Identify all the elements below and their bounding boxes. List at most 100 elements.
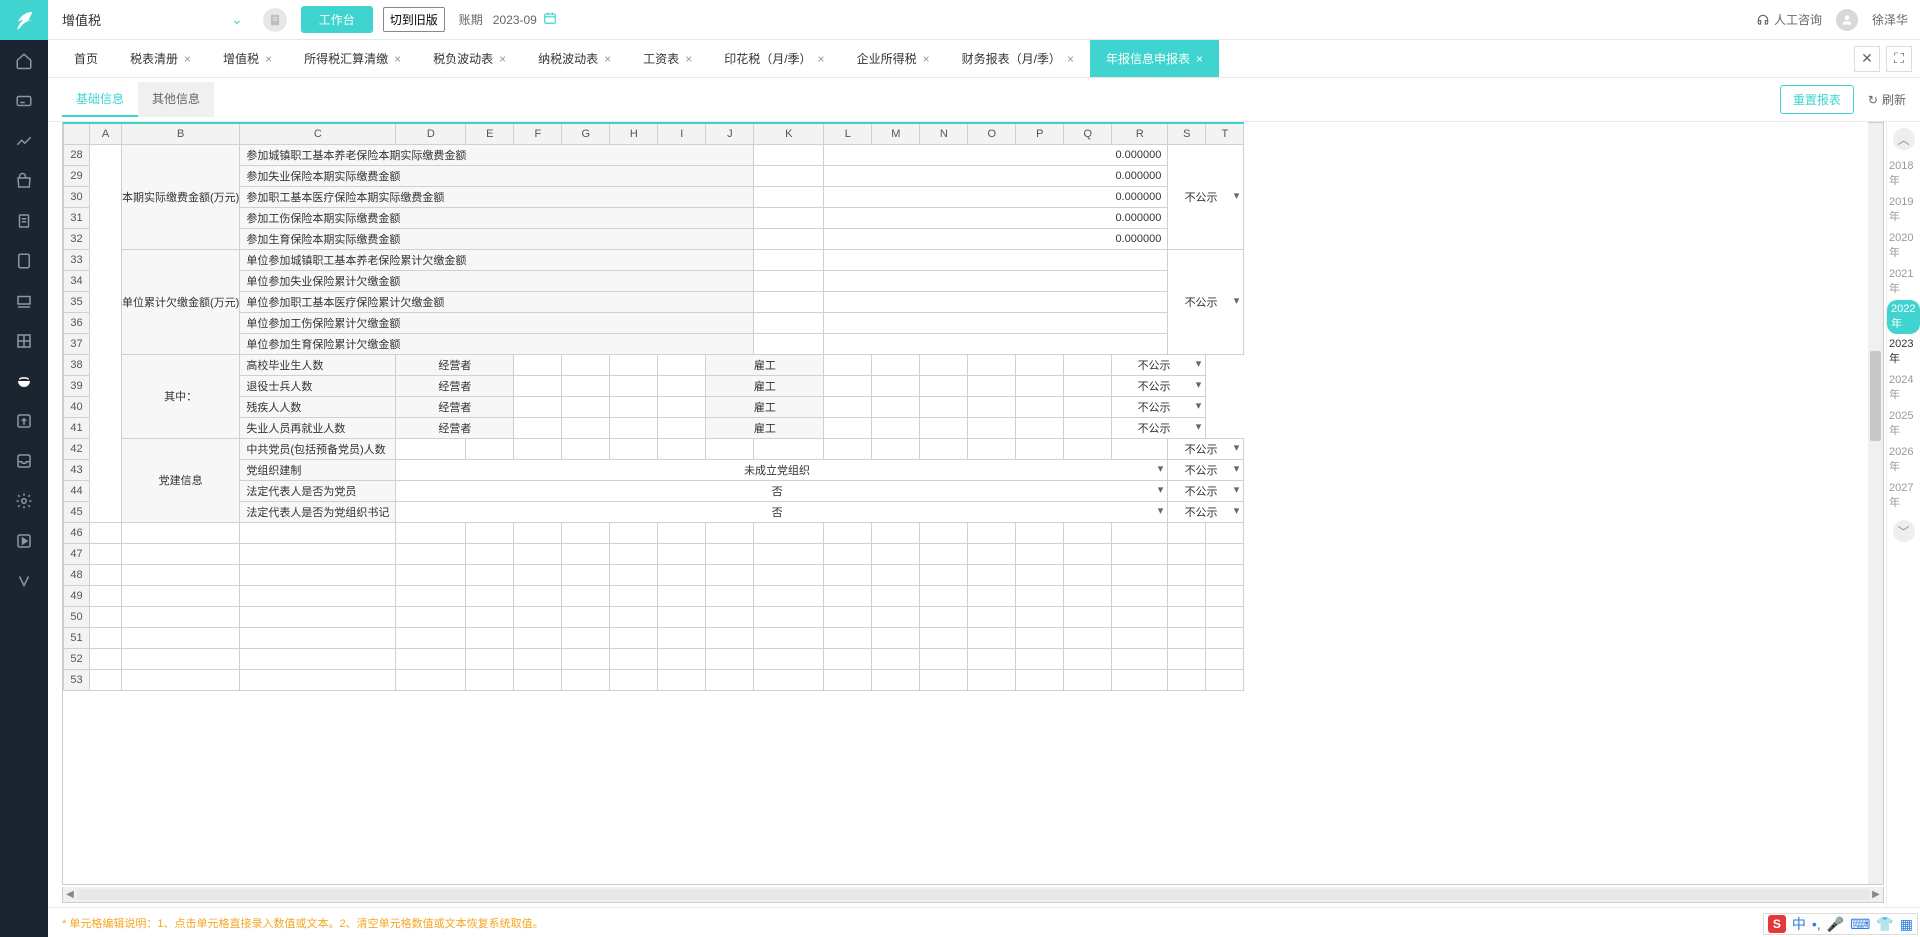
- col-header[interactable]: P: [1016, 123, 1064, 144]
- close-icon[interactable]: ×: [818, 52, 825, 66]
- cell[interactable]: [466, 606, 514, 627]
- label-cell[interactable]: 残疾人人数: [240, 396, 396, 417]
- horizontal-scrollbar[interactable]: ◀ ▶: [62, 887, 1884, 903]
- cell[interactable]: [754, 249, 824, 270]
- row-header[interactable]: 39: [64, 375, 90, 396]
- card-icon[interactable]: [13, 90, 35, 112]
- cell[interactable]: [1064, 585, 1112, 606]
- cell[interactable]: [706, 522, 754, 543]
- cell[interactable]: [396, 585, 466, 606]
- cell[interactable]: [1168, 543, 1206, 564]
- col-header[interactable]: G: [562, 123, 610, 144]
- value-cell[interactable]: 0.000000: [824, 165, 1168, 186]
- label-cell[interactable]: 参加失业保险本期实际缴费金额: [240, 165, 754, 186]
- cell[interactable]: [122, 669, 240, 690]
- cell[interactable]: [706, 438, 754, 459]
- cell[interactable]: [872, 417, 920, 438]
- dropdown-cell[interactable]: 不公示: [1168, 480, 1244, 501]
- chart-icon[interactable]: [13, 130, 35, 152]
- cell[interactable]: [1112, 585, 1168, 606]
- cell[interactable]: [754, 543, 824, 564]
- label-cell[interactable]: 参加生育保险本期实际缴费金额: [240, 228, 754, 249]
- row-header[interactable]: 47: [64, 543, 90, 564]
- cell[interactable]: [610, 438, 658, 459]
- cell[interactable]: [240, 648, 396, 669]
- cell[interactable]: [396, 606, 466, 627]
- cell[interactable]: [754, 270, 824, 291]
- year-item[interactable]: 2018年: [1887, 156, 1920, 192]
- cell[interactable]: [514, 396, 562, 417]
- cell[interactable]: [1064, 438, 1112, 459]
- bowl-icon[interactable]: [13, 370, 35, 392]
- tab-salary[interactable]: 工资表×: [627, 40, 708, 77]
- label-cell[interactable]: 高校毕业生人数: [240, 354, 396, 375]
- row-header[interactable]: 37: [64, 333, 90, 354]
- cell[interactable]: [562, 375, 610, 396]
- cell[interactable]: [90, 543, 122, 564]
- cell[interactable]: [466, 585, 514, 606]
- ime-punct-icon[interactable]: •,: [1812, 916, 1821, 932]
- cell[interactable]: [1064, 522, 1112, 543]
- row-header[interactable]: 43: [64, 459, 90, 480]
- home-icon[interactable]: [13, 50, 35, 72]
- cell[interactable]: [968, 669, 1016, 690]
- label-cell[interactable]: 经营者: [396, 354, 514, 375]
- subtab-other[interactable]: 其他信息: [138, 82, 214, 117]
- value-cell[interactable]: [824, 291, 1168, 312]
- close-all-icon[interactable]: ✕: [1854, 46, 1880, 72]
- cell[interactable]: [396, 627, 466, 648]
- dropdown-cell[interactable]: 不公示: [1112, 396, 1206, 417]
- export-icon[interactable]: [13, 410, 35, 432]
- col-header[interactable]: F: [514, 123, 562, 144]
- cell[interactable]: [872, 375, 920, 396]
- cell[interactable]: [1064, 543, 1112, 564]
- cell[interactable]: [872, 354, 920, 375]
- label-cell[interactable]: 退役士兵人数: [240, 375, 396, 396]
- close-icon[interactable]: ×: [394, 52, 401, 66]
- calendar-icon[interactable]: [543, 11, 557, 28]
- cell[interactable]: [754, 207, 824, 228]
- year-item[interactable]: 2026年: [1887, 442, 1920, 478]
- cell[interactable]: [514, 669, 562, 690]
- close-icon[interactable]: ×: [685, 52, 692, 66]
- cell[interactable]: [754, 606, 824, 627]
- cell[interactable]: [240, 522, 396, 543]
- col-header[interactable]: Q: [1064, 123, 1112, 144]
- cell[interactable]: [824, 354, 872, 375]
- cell[interactable]: [1016, 543, 1064, 564]
- cell[interactable]: [1064, 417, 1112, 438]
- tab-tax-burden[interactable]: 税负波动表×: [417, 40, 522, 77]
- cell[interactable]: [610, 606, 658, 627]
- cell[interactable]: [920, 627, 968, 648]
- close-icon[interactable]: ×: [265, 52, 272, 66]
- cell[interactable]: [90, 564, 122, 585]
- cell[interactable]: [466, 438, 514, 459]
- cell[interactable]: [1064, 375, 1112, 396]
- cell[interactable]: [610, 417, 658, 438]
- cell[interactable]: [514, 606, 562, 627]
- cell[interactable]: [396, 543, 466, 564]
- cell[interactable]: [754, 627, 824, 648]
- cell[interactable]: [872, 396, 920, 417]
- group-cell[interactable]: 单位累计欠缴金额(万元): [122, 249, 240, 354]
- cell[interactable]: [968, 564, 1016, 585]
- ime-skin-icon[interactable]: 👕: [1876, 916, 1893, 933]
- dropdown-cell[interactable]: 不公示: [1112, 417, 1206, 438]
- cell[interactable]: [514, 627, 562, 648]
- cell[interactable]: [466, 627, 514, 648]
- cell[interactable]: [872, 522, 920, 543]
- cell[interactable]: [754, 165, 824, 186]
- grid-icon[interactable]: [13, 330, 35, 352]
- close-icon[interactable]: ×: [1196, 52, 1203, 66]
- cell[interactable]: [1016, 648, 1064, 669]
- cell[interactable]: [658, 396, 706, 417]
- scroll-left-icon[interactable]: ◀: [63, 889, 77, 900]
- year-item[interactable]: 2024年: [1887, 370, 1920, 406]
- cell[interactable]: [968, 648, 1016, 669]
- cell[interactable]: [824, 627, 872, 648]
- cell[interactable]: [824, 543, 872, 564]
- row-header[interactable]: 32: [64, 228, 90, 249]
- label-cell[interactable]: 单位参加工伤保险累计欠缴金额: [240, 312, 754, 333]
- cell[interactable]: [90, 522, 122, 543]
- cell[interactable]: [122, 627, 240, 648]
